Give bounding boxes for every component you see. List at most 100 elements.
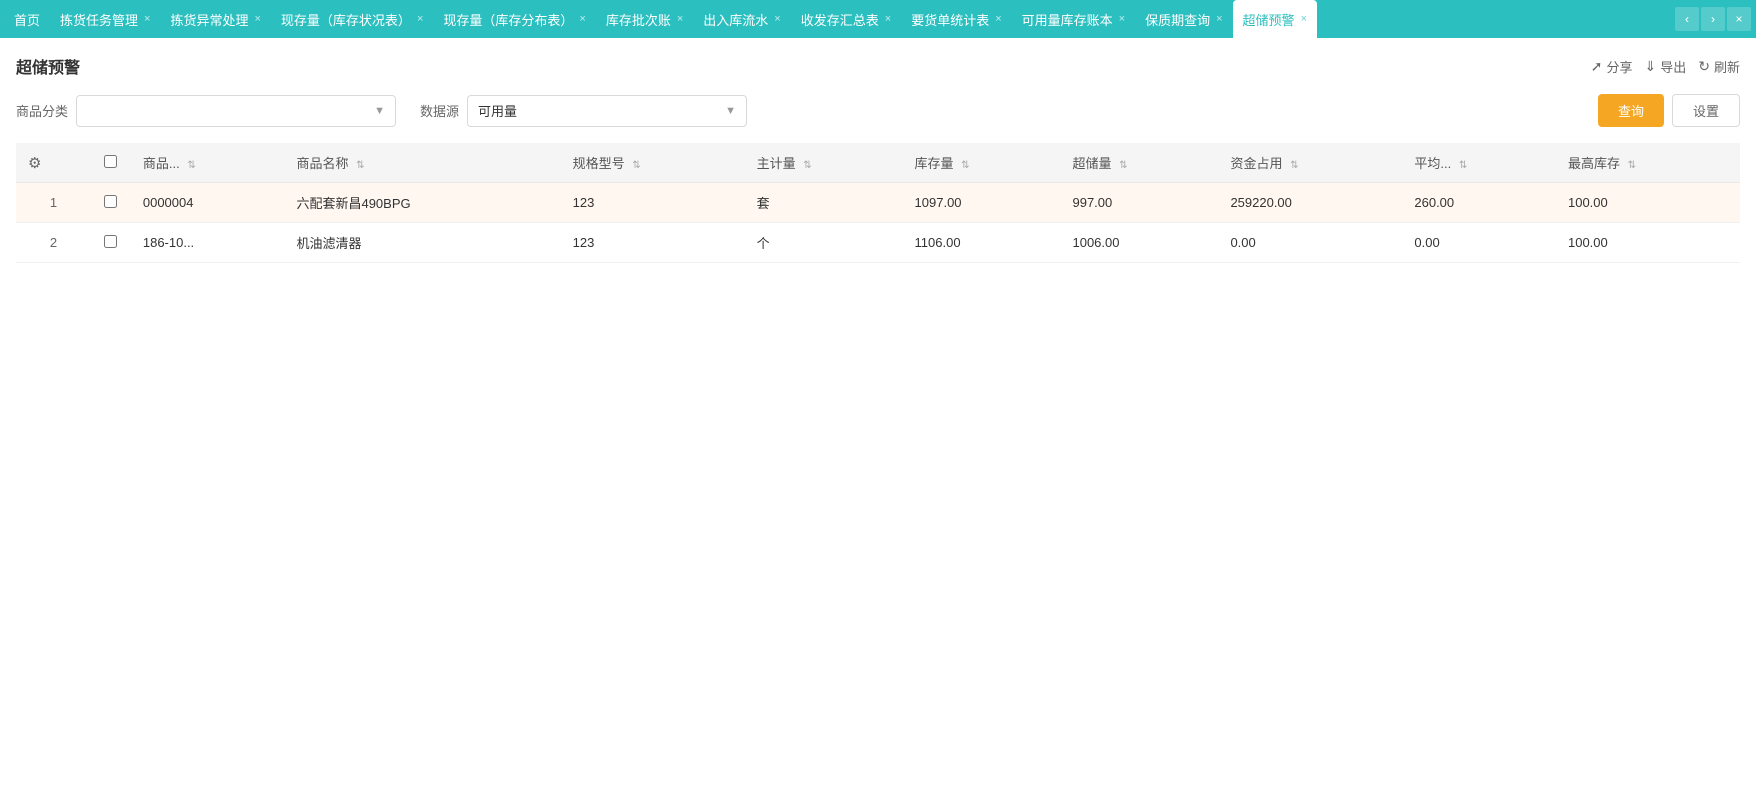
close-icon[interactable]: × (995, 13, 1001, 25)
sort-icon-spec: ⇅ (632, 160, 640, 171)
nav-arrow-close[interactable]: × (1727, 7, 1751, 31)
close-icon[interactable]: × (1119, 13, 1125, 25)
row-checkbox-cell (91, 183, 131, 223)
row-spec: 123 (561, 183, 745, 223)
row-product-code: 186-10... (131, 223, 285, 263)
table-row: 1 0000004 六配套新昌490BPG 123 套 1097.00 997.… (16, 183, 1740, 223)
header-actions: ➚ 分享 ⇓ 导出 ↻ 刷新 (1591, 57, 1740, 76)
sort-icon-stock: ⇅ (961, 160, 969, 171)
share-button[interactable]: ➚ 分享 (1591, 57, 1633, 76)
page-header: 超储预警 ➚ 分享 ⇓ 导出 ↻ 刷新 (16, 54, 1740, 78)
row-unit: 个 (745, 223, 903, 263)
col-unit[interactable]: 主计量 ⇅ (745, 143, 903, 183)
sort-icon-over-stock: ⇅ (1119, 160, 1127, 171)
refresh-icon: ↻ (1698, 58, 1710, 75)
datasource-label: 数据源 (420, 101, 459, 120)
table-header-row: ⚙ 商品... ⇅ 商品名称 ⇅ 规格型号 ⇅ 主计量 ⇅ 库 (16, 143, 1740, 183)
category-filter: 商品分类 ▼ (16, 95, 396, 127)
col-stock[interactable]: 库存量 ⇅ (903, 143, 1061, 183)
page-container: 超储预警 ➚ 分享 ⇓ 导出 ↻ 刷新 商品分类 ▼ 数据源 (0, 38, 1756, 800)
col-capital[interactable]: 资金占用 ⇅ (1218, 143, 1402, 183)
col-max-stock[interactable]: 最高库存 ⇅ (1556, 143, 1740, 183)
row-product-name: 六配套新昌490BPG (284, 183, 560, 223)
row-max-stock: 100.00 (1556, 183, 1740, 223)
sort-icon-max-stock: ⇅ (1628, 160, 1636, 171)
close-icon[interactable]: × (774, 13, 780, 25)
col-over-stock[interactable]: 超储量 ⇅ (1060, 143, 1218, 183)
nav-item---[interactable]: 首页 (4, 0, 50, 38)
row-over-stock: 997.00 (1060, 183, 1218, 223)
sort-icon-unit: ⇅ (803, 160, 811, 171)
row-index: 2 (16, 223, 91, 263)
col-product-code[interactable]: 商品... ⇅ (131, 143, 285, 183)
datasource-chevron-icon: ▼ (725, 105, 736, 117)
gear-icon[interactable]: ⚙ (28, 155, 41, 172)
category-label: 商品分类 (16, 101, 68, 120)
table-row: 2 186-10... 机油滤清器 123 个 1106.00 1006.00 … (16, 223, 1740, 263)
select-all-checkbox[interactable] (104, 155, 117, 168)
export-button[interactable]: ⇓ 导出 (1645, 57, 1687, 76)
nav-item-----[interactable]: 超储预警× (1233, 0, 1317, 38)
close-icon[interactable]: × (1216, 13, 1222, 25)
top-nav: 首页拣货任务管理×拣货异常处理×现存量（库存状况表）×现存量（库存分布表）×库存… (0, 0, 1756, 38)
row-capital: 0.00 (1218, 223, 1402, 263)
close-icon[interactable]: × (885, 13, 891, 25)
category-chevron-icon: ▼ (374, 105, 385, 117)
row-over-stock: 1006.00 (1060, 223, 1218, 263)
query-button[interactable]: 查询 (1598, 94, 1664, 127)
page-title: 超储预警 (16, 54, 80, 78)
datasource-select[interactable]: 可用量 ▼ (467, 95, 747, 127)
data-table: ⚙ 商品... ⇅ 商品名称 ⇅ 规格型号 ⇅ 主计量 ⇅ 库 (16, 143, 1740, 263)
sort-icon-product-name: ⇅ (356, 160, 364, 171)
row-average: 260.00 (1402, 183, 1556, 223)
row-checkbox-cell (91, 223, 131, 263)
sort-icon-capital: ⇅ (1290, 160, 1298, 171)
nav-item------[interactable]: 出入库流水× (693, 0, 790, 38)
nav-item-------[interactable]: 拣货异常处理× (160, 0, 270, 38)
setting-button[interactable]: 设置 (1672, 94, 1740, 127)
share-icon: ➚ (1591, 58, 1603, 75)
col-settings: ⚙ (16, 143, 91, 183)
nav-item------[interactable]: 库存批次账× (596, 0, 693, 38)
close-icon[interactable]: × (579, 13, 585, 25)
close-icon[interactable]: × (677, 13, 683, 25)
close-icon[interactable]: × (1301, 13, 1307, 25)
row-max-stock: 100.00 (1556, 223, 1740, 263)
row-product-name: 机油滤清器 (284, 223, 560, 263)
datasource-filter: 数据源 可用量 ▼ (420, 95, 747, 127)
col-product-name[interactable]: 商品名称 ⇅ (284, 143, 560, 183)
row-unit: 套 (745, 183, 903, 223)
row-index: 1 (16, 183, 91, 223)
row-average: 0.00 (1402, 223, 1556, 263)
filter-actions: 查询 设置 (1598, 94, 1740, 127)
filter-row: 商品分类 ▼ 数据源 可用量 ▼ 查询 设置 (16, 94, 1740, 127)
export-icon: ⇓ (1645, 58, 1657, 75)
sort-icon-product-code: ⇅ (187, 160, 195, 171)
close-icon[interactable]: × (417, 13, 423, 25)
nav-item------[interactable]: 保质期查询× (1135, 0, 1232, 38)
col-checkbox (91, 143, 131, 183)
nav-item-------[interactable]: 要货单统计表× (901, 0, 1011, 38)
nav-arrow-right[interactable]: › (1701, 7, 1725, 31)
sort-icon-average: ⇅ (1459, 160, 1467, 171)
row-capital: 259220.00 (1218, 183, 1402, 223)
row-stock: 1106.00 (903, 223, 1061, 263)
nav-item-------[interactable]: 拣货任务管理× (50, 0, 160, 38)
col-average[interactable]: 平均... ⇅ (1402, 143, 1556, 183)
nav-item--------[interactable]: 可用量库存账本× (1012, 0, 1135, 38)
row-spec: 123 (561, 223, 745, 263)
refresh-button[interactable]: ↻ 刷新 (1698, 57, 1740, 76)
row-checkbox[interactable] (104, 195, 117, 208)
row-product-code: 0000004 (131, 183, 285, 223)
row-stock: 1097.00 (903, 183, 1061, 223)
close-icon[interactable]: × (144, 13, 150, 25)
nav-item-----------[interactable]: 现存量（库存分布表）× (433, 0, 595, 38)
col-spec[interactable]: 规格型号 ⇅ (561, 143, 745, 183)
row-checkbox[interactable] (104, 235, 117, 248)
nav-arrows: ‹ › × (1674, 7, 1752, 31)
close-icon[interactable]: × (254, 13, 260, 25)
nav-item-----------[interactable]: 现存量（库存状况表）× (271, 0, 433, 38)
nav-item-------[interactable]: 收发存汇总表× (791, 0, 901, 38)
category-select[interactable]: ▼ (76, 95, 396, 127)
nav-arrow-left[interactable]: ‹ (1675, 7, 1699, 31)
